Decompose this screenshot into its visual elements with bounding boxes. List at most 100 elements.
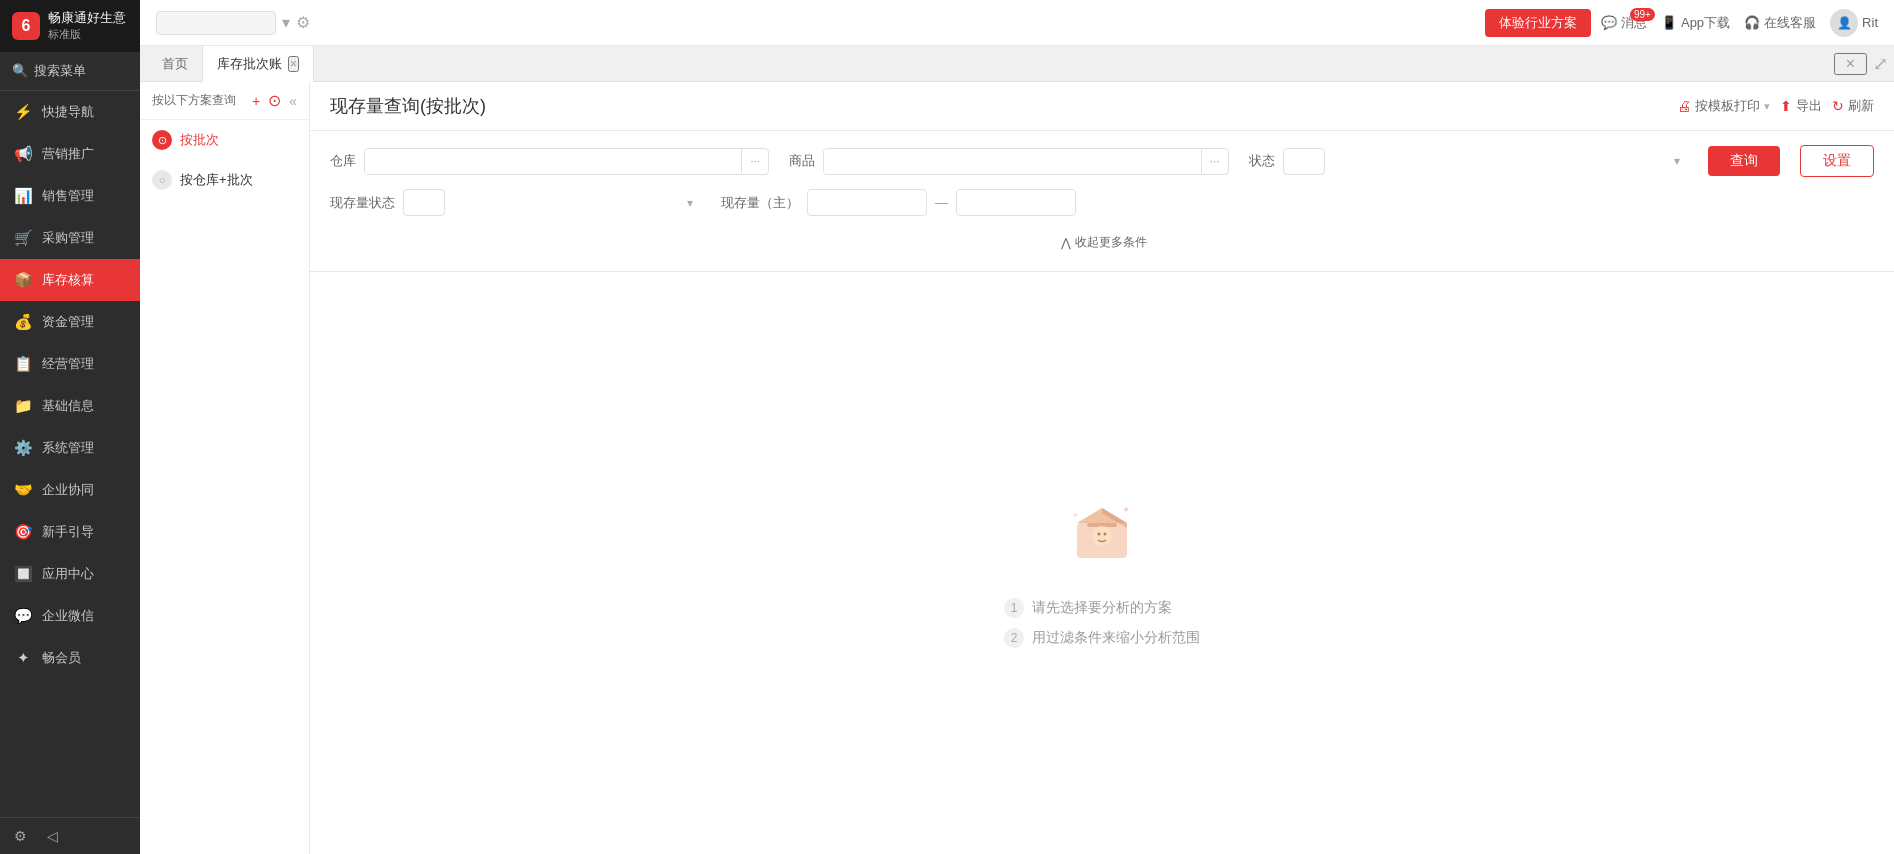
topbar-search-input[interactable] (156, 11, 276, 35)
stock-qty-max-input[interactable] (956, 189, 1076, 216)
status-label: 状态 (1249, 152, 1275, 170)
sidebar-item-label: 系统管理 (42, 439, 94, 457)
page-header-actions: 🖨 按模板打印 ▾ ⬆ 导出 ↻ 刷新 (1677, 97, 1874, 115)
sidebar-item-marketing[interactable]: 📢 营销推广 (0, 133, 140, 175)
member-icon: ✦ (14, 649, 32, 667)
sidebar-item-finance[interactable]: 💰 资金管理 (0, 301, 140, 343)
topbar-dropdown-button[interactable]: ▾ (282, 15, 290, 31)
tip-item-1: 1 请先选择要分析的方案 (1004, 598, 1200, 618)
user-profile-button[interactable]: 👤 Rit (1830, 9, 1878, 37)
svg-point-5 (1098, 533, 1101, 536)
svg-text:✦: ✦ (1117, 523, 1122, 529)
sidebar-item-basic[interactable]: 📁 基础信息 (0, 385, 140, 427)
sales-icon: 📊 (14, 187, 32, 205)
sidebar-item-label: 企业协同 (42, 481, 94, 499)
sidebar-item-corp[interactable]: 🤝 企业协同 (0, 469, 140, 511)
tabs-bar: 首页 库存批次账 × × ⤢ (140, 46, 1894, 82)
tab-inventory-batch[interactable]: 库存批次账 × (203, 46, 314, 82)
sidebar-search-area[interactable]: 🔍 搜索菜单 (0, 52, 140, 91)
sidebar-item-label: 销售管理 (42, 187, 94, 205)
print-button[interactable]: 🖨 按模板打印 ▾ (1677, 97, 1770, 115)
user-avatar: 👤 (1830, 9, 1858, 37)
topbar-settings-button[interactable]: ⚙ (296, 15, 310, 31)
print-label: 按模板打印 (1695, 97, 1760, 115)
sidebar-item-label: 资金管理 (42, 313, 94, 331)
app-download-button[interactable]: 📱 App下载 (1661, 14, 1730, 32)
sidebar-header: 6 畅康通好生意 标准版 (0, 0, 140, 52)
refresh-label: 刷新 (1848, 97, 1874, 115)
scheme-active-icon: ⊙ (152, 130, 172, 150)
search-menu-button[interactable]: 🔍 搜索菜单 (12, 62, 86, 80)
message-button[interactable]: 💬 消息 99+ (1601, 14, 1647, 32)
stock-qty-label: 现存量（主） (721, 194, 799, 212)
window-close-button[interactable]: × (1834, 53, 1867, 75)
topbar-input-area: ▾ ⚙ (156, 11, 1475, 35)
filter-row-1: 仓库 ··· 商品 ··· (330, 145, 1874, 177)
print-dropdown-icon: ▾ (1764, 100, 1770, 113)
refresh-icon: ↻ (1832, 98, 1844, 114)
settings-button[interactable]: 设置 (1800, 145, 1874, 177)
collapse-conditions-button[interactable]: ⋀ 收起更多条件 (330, 228, 1874, 257)
print-icon: 🖨 (1677, 98, 1691, 114)
trial-industry-button[interactable]: 体验行业方案 (1485, 9, 1591, 37)
product-more-icon[interactable]: ··· (1201, 149, 1228, 173)
product-filter: 商品 ··· (789, 148, 1228, 175)
corp-icon: 🤝 (14, 481, 32, 499)
filter-area: 仓库 ··· 商品 ··· (310, 131, 1894, 272)
tab-close-button[interactable]: × (288, 56, 299, 72)
refresh-button[interactable]: ↻ 刷新 (1832, 97, 1874, 115)
sidebar-nav: ⚡ 快捷导航 📢 营销推广 📊 销售管理 🛒 采购管理 📦 库存核算 💰 资金管… (0, 91, 140, 817)
sidebar-item-system[interactable]: ⚙️ 系统管理 (0, 427, 140, 469)
stock-qty-min-input[interactable] (807, 189, 927, 216)
left-panel-actions: + ⊙ « (252, 93, 297, 109)
app-logo: 6 (12, 12, 40, 40)
sidebar-item-inventory[interactable]: 📦 库存核算 (0, 259, 140, 301)
app-info: 畅康通好生意 标准版 (48, 10, 126, 42)
inventory-icon: 📦 (14, 271, 32, 289)
scheme-item-warehouse-batch[interactable]: ○ 按仓库+批次 (140, 160, 309, 200)
sidebar-item-app-center[interactable]: 🔲 应用中心 (0, 553, 140, 595)
product-input[interactable] (824, 149, 1200, 174)
sidebar-item-purchase[interactable]: 🛒 采购管理 (0, 217, 140, 259)
quick-nav-icon: ⚡ (14, 103, 32, 121)
tab-home[interactable]: 首页 (148, 46, 203, 82)
topbar: ▾ ⚙ 体验行业方案 💬 消息 99+ 📱 App下载 🎧 在线客服 👤 (140, 0, 1894, 46)
tip-text-1: 请先选择要分析的方案 (1032, 599, 1172, 617)
stock-status-filter: 现存量状态 (330, 189, 701, 216)
status-select[interactable] (1283, 148, 1325, 175)
stock-status-select[interactable] (403, 189, 445, 216)
footer-collapse-button[interactable]: ◁ (47, 828, 58, 844)
sidebar-item-label: 畅会员 (42, 649, 81, 667)
collapse-label: 收起更多条件 (1075, 234, 1147, 251)
sidebar-item-wechat[interactable]: 💬 企业微信 (0, 595, 140, 637)
purchase-icon: 🛒 (14, 229, 32, 247)
message-icon: 💬 (1601, 15, 1617, 30)
scheme-item-label: 按仓库+批次 (180, 171, 253, 189)
warehouse-more-icon[interactable]: ··· (741, 149, 768, 173)
tip-num-1: 1 (1004, 598, 1024, 618)
sidebar-item-member[interactable]: ✦ 畅会员 (0, 637, 140, 679)
window-expand-button[interactable]: ⤢ (1867, 55, 1894, 73)
sidebar-item-sales[interactable]: 📊 销售管理 (0, 175, 140, 217)
svg-text:✦: ✦ (1072, 511, 1079, 520)
footer-collapse-icon: ◁ (47, 828, 58, 844)
add-scheme-button[interactable]: + (252, 94, 260, 108)
export-label: 导出 (1796, 97, 1822, 115)
scheme-settings-button[interactable]: ⊙ (268, 93, 281, 109)
warehouse-input[interactable] (365, 149, 741, 174)
svg-point-4 (1092, 526, 1112, 546)
sidebar-item-label: 快捷导航 (42, 103, 94, 121)
wechat-icon: 💬 (14, 607, 32, 625)
sidebar-footer: ⚙ ◁ (0, 817, 140, 854)
export-button[interactable]: ⬆ 导出 (1780, 97, 1822, 115)
sidebar-item-guide[interactable]: 🎯 新手引导 (0, 511, 140, 553)
query-button[interactable]: 查询 (1708, 146, 1780, 176)
scheme-item-batch[interactable]: ⊙ 按批次 (140, 120, 309, 160)
sidebar-item-operation[interactable]: 📋 经营管理 (0, 343, 140, 385)
marketing-icon: 📢 (14, 145, 32, 163)
sidebar-item-quick-nav[interactable]: ⚡ 快捷导航 (0, 91, 140, 133)
service-icon: 🎧 (1744, 15, 1760, 30)
online-service-button[interactable]: 🎧 在线客服 (1744, 14, 1816, 32)
footer-settings-button[interactable]: ⚙ (14, 828, 27, 844)
collapse-panel-button[interactable]: « (289, 94, 297, 108)
